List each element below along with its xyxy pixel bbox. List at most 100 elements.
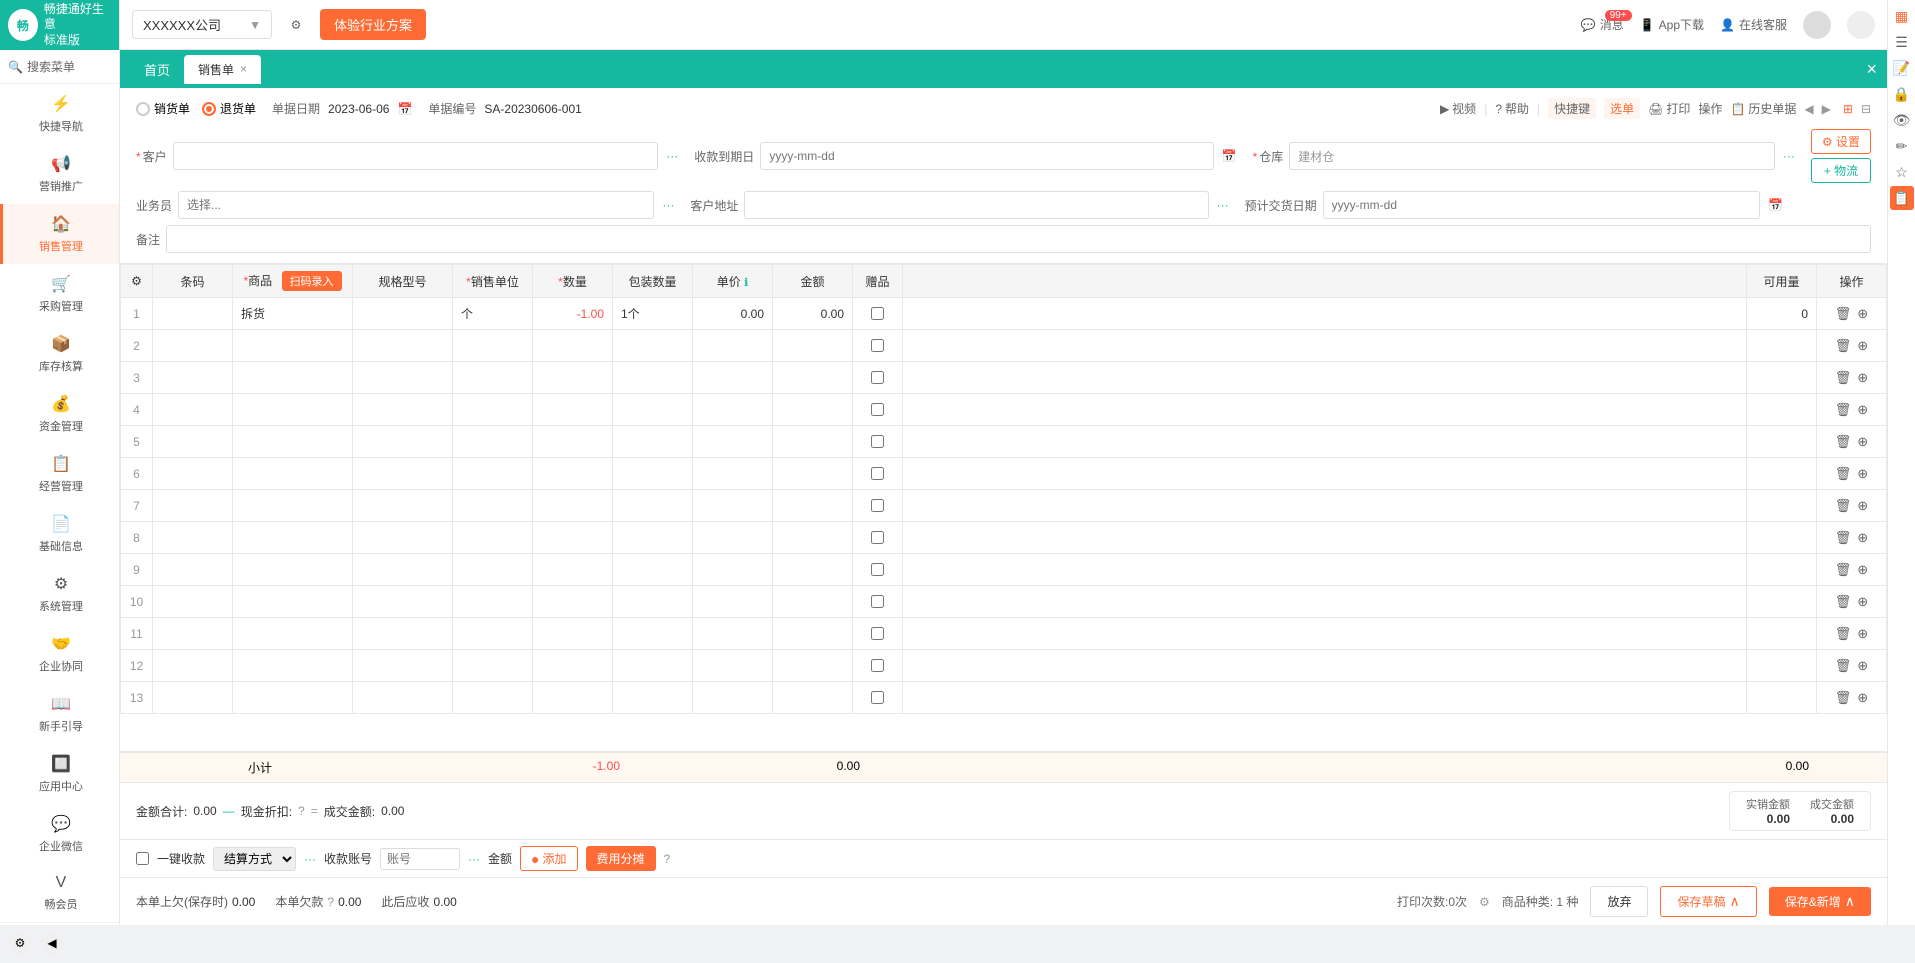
table-wrapper[interactable]: ⚙ 条码 *商品 扫码录入 规格型号 *销售单位 *数量 包装数量 单价 ℹ 金 [120, 264, 1887, 751]
copy-row-icon[interactable]: ⊕ [1857, 370, 1868, 386]
warehouse-input[interactable] [1289, 142, 1775, 170]
gift-checkbox[interactable] [871, 339, 884, 352]
copy-row-icon[interactable]: ⊕ [1857, 338, 1868, 354]
row-unit[interactable] [453, 458, 533, 490]
row-spec[interactable] [353, 682, 453, 714]
row-amount[interactable] [773, 650, 853, 682]
search-menu[interactable]: 🔍 搜索菜单 [0, 50, 119, 84]
save-draft-btn[interactable]: 保存草稿 ∧ [1660, 886, 1756, 917]
header-settings-btn[interactable]: ⚙ [282, 11, 310, 39]
row-pkgqty[interactable] [613, 554, 693, 586]
operate-btn[interactable]: 操作 [1698, 100, 1722, 117]
row-unit[interactable]: 个 [453, 298, 533, 330]
row-pkgqty[interactable] [613, 618, 693, 650]
select-btn[interactable]: 选单 [1604, 98, 1640, 119]
gift-checkbox[interactable] [871, 403, 884, 416]
gift-checkbox[interactable] [871, 467, 884, 480]
salesperson-dots[interactable]: ··· [662, 198, 674, 212]
row-product[interactable] [233, 458, 353, 490]
row-amount[interactable] [773, 458, 853, 490]
row-amount[interactable] [773, 330, 853, 362]
row-price[interactable] [693, 426, 773, 458]
row-spec[interactable] [353, 554, 453, 586]
customer-dots[interactable]: ··· [666, 149, 678, 163]
row-price[interactable] [693, 362, 773, 394]
rp-pencil-icon[interactable]: ✏ [1890, 134, 1914, 158]
gift-checkbox[interactable] [871, 371, 884, 384]
tab-home[interactable]: 首页 [130, 52, 184, 87]
row-qty[interactable] [533, 586, 613, 618]
row-gift[interactable] [853, 330, 903, 362]
row-unit[interactable] [453, 650, 533, 682]
row-gift[interactable] [853, 650, 903, 682]
delete-row-icon[interactable]: 🗑 [1835, 306, 1852, 322]
row-amount[interactable] [773, 394, 853, 426]
one-click-pay-checkbox[interactable] [136, 852, 149, 865]
sidebar-item-sales[interactable]: 🏠销售管理 [0, 204, 119, 264]
row-price[interactable] [693, 458, 773, 490]
payment-account-dots[interactable]: ··· [468, 852, 480, 866]
row-price[interactable] [693, 522, 773, 554]
sidebar-item-purchase[interactable]: 🛒采购管理 [0, 264, 119, 324]
row-product[interactable] [233, 522, 353, 554]
row-gift[interactable] [853, 618, 903, 650]
copy-row-icon[interactable]: ⊕ [1857, 498, 1868, 514]
warehouse-dots[interactable]: ··· [1783, 149, 1795, 163]
row-price[interactable] [693, 394, 773, 426]
sidebar-item-wechat[interactable]: 💬企业微信 [0, 804, 119, 864]
row-barcode[interactable] [153, 490, 233, 522]
row-barcode[interactable] [153, 522, 233, 554]
row-gift[interactable] [853, 490, 903, 522]
row-price[interactable] [693, 618, 773, 650]
delete-row-icon[interactable]: 🗑 [1835, 626, 1852, 642]
row-product[interactable]: 拆货 [233, 298, 353, 330]
row-amount[interactable] [773, 586, 853, 618]
row-unit[interactable] [453, 586, 533, 618]
gift-checkbox[interactable] [871, 595, 884, 608]
row-gift[interactable] [853, 394, 903, 426]
calendar-icon[interactable]: 📅 [397, 102, 412, 116]
sidebar-item-vip[interactable]: V畅会员 [0, 864, 119, 922]
salesperson-input[interactable] [178, 191, 654, 219]
row-gift[interactable] [853, 682, 903, 714]
rp-lock-icon[interactable]: 🔒 [1890, 82, 1914, 106]
abandon-btn[interactable]: 放弃 [1590, 886, 1648, 917]
row-qty[interactable] [533, 426, 613, 458]
row-price[interactable] [693, 650, 773, 682]
row-gift[interactable] [853, 458, 903, 490]
gift-checkbox[interactable] [871, 627, 884, 640]
row-qty[interactable] [533, 458, 613, 490]
row-spec[interactable] [353, 458, 453, 490]
video-btn[interactable]: ▶ 视频 [1440, 100, 1476, 117]
row-barcode[interactable] [153, 298, 233, 330]
logistics-btn[interactable]: + 物流 [1811, 158, 1871, 183]
row-qty[interactable] [533, 682, 613, 714]
row-barcode[interactable] [153, 618, 233, 650]
sidebar-item-finance[interactable]: 💰资金管理 [0, 384, 119, 444]
delete-row-icon[interactable]: 🗑 [1835, 594, 1852, 610]
sidebar-item-operations[interactable]: 📋经营管理 [0, 444, 119, 504]
row-barcode[interactable] [153, 362, 233, 394]
sidebar-item-inventory[interactable]: 📦库存核算 [0, 324, 119, 384]
row-unit[interactable] [453, 522, 533, 554]
row-unit[interactable] [453, 490, 533, 522]
sidebar-item-basic[interactable]: 📄基础信息 [0, 504, 119, 564]
add-payment-btn[interactable]: ● 添加 [520, 846, 577, 871]
row-qty[interactable] [533, 490, 613, 522]
tab-sales-order[interactable]: 销售单 × [184, 55, 261, 84]
row-amount[interactable] [773, 426, 853, 458]
delete-row-icon[interactable]: 🗑 [1835, 530, 1852, 546]
row-product[interactable] [233, 554, 353, 586]
copy-row-icon[interactable]: ⊕ [1857, 402, 1868, 418]
user-avatar[interactable] [1803, 11, 1831, 39]
company-selector[interactable]: XXXXXX公司 ▼ [132, 10, 272, 39]
row-spec[interactable] [353, 618, 453, 650]
row-amount[interactable] [773, 522, 853, 554]
payment-date-calendar-icon[interactable]: 📅 [1222, 149, 1237, 163]
setting-btn[interactable]: ⚙ 设置 [1811, 129, 1871, 154]
sidebar-item-coop[interactable]: 🤝企业协同 [0, 624, 119, 684]
tab-bar-close-icon[interactable]: × [1866, 59, 1877, 80]
row-price[interactable]: 0.00 [693, 298, 773, 330]
row-pkgqty[interactable] [613, 650, 693, 682]
row-amount[interactable] [773, 490, 853, 522]
